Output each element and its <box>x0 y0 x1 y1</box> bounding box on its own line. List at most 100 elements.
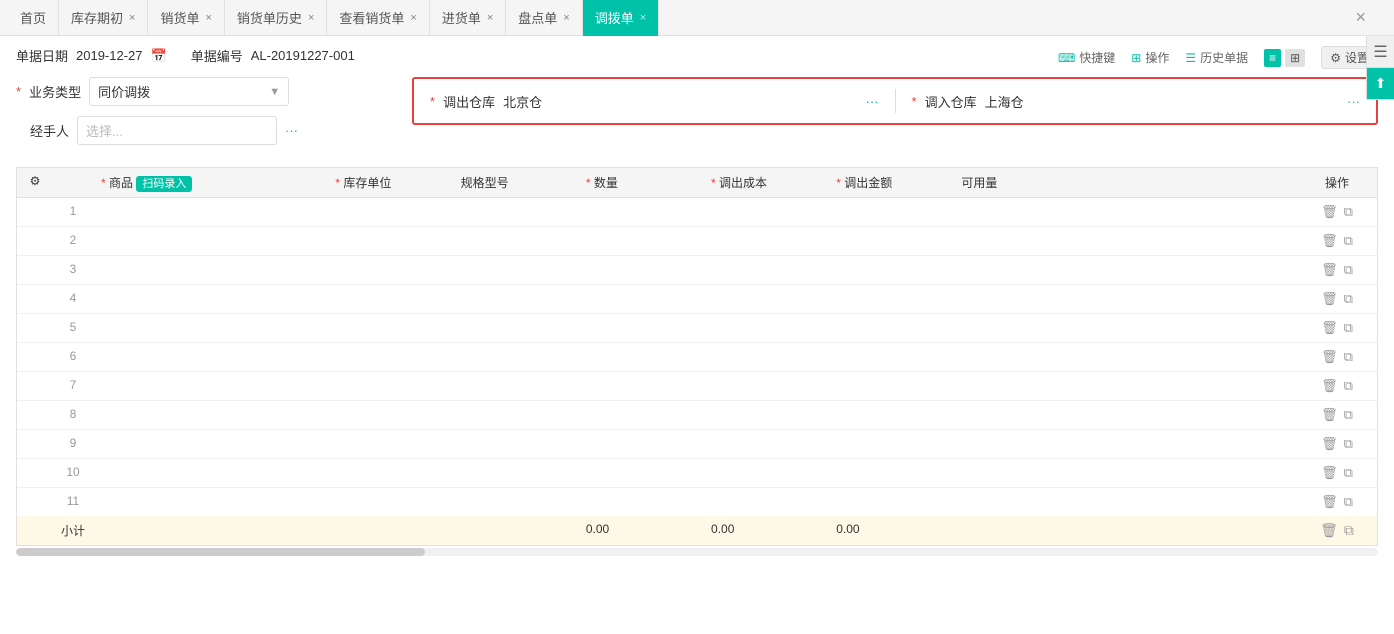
window-close-button[interactable]: × <box>1355 8 1366 26</box>
row-qty-cell[interactable] <box>578 459 703 487</box>
row-copy-icon[interactable]: ⧉ <box>1344 320 1353 336</box>
row-available-cell[interactable] <box>953 401 1297 429</box>
row-cost-cell[interactable] <box>703 227 828 255</box>
tab-sales-history[interactable]: 销货单历史 × <box>225 0 327 36</box>
row-delete-icon[interactable]: 🗑 <box>1321 407 1338 423</box>
row-available-cell[interactable] <box>953 459 1297 487</box>
row-product-cell[interactable] <box>93 430 327 458</box>
row-qty-cell[interactable] <box>578 256 703 284</box>
row-delete-icon[interactable]: 🗑 <box>1321 349 1338 365</box>
row-available-cell[interactable] <box>953 430 1297 458</box>
row-delete-icon[interactable]: 🗑 <box>1321 436 1338 452</box>
tab-close-icon[interactable]: × <box>410 12 416 24</box>
row-cost-cell[interactable] <box>703 488 828 516</box>
row-copy-icon[interactable]: ⧉ <box>1344 233 1353 249</box>
layout-list-icon[interactable]: ≡ <box>1264 49 1281 67</box>
row-product-cell[interactable] <box>93 372 327 400</box>
row-amount-cell[interactable] <box>828 285 953 313</box>
row-spec-cell[interactable] <box>453 256 578 284</box>
row-copy-icon[interactable]: ⧉ <box>1344 204 1353 220</box>
row-unit-cell[interactable] <box>327 488 452 516</box>
tab-close-icon[interactable]: × <box>563 12 569 24</box>
row-product-cell[interactable] <box>93 488 327 516</box>
row-amount-cell[interactable] <box>828 227 953 255</box>
row-cost-cell[interactable] <box>703 401 828 429</box>
operations-button[interactable]: ⊞ 操作 <box>1131 49 1169 66</box>
row-amount-cell[interactable] <box>828 401 953 429</box>
row-copy-icon[interactable]: ⧉ <box>1344 378 1353 394</box>
row-amount-cell[interactable] <box>828 343 953 371</box>
row-spec-cell[interactable] <box>453 430 578 458</box>
row-unit-cell[interactable] <box>327 343 452 371</box>
tab-stocktake[interactable]: 盘点单 × <box>506 0 582 36</box>
row-product-cell[interactable] <box>93 459 327 487</box>
tab-home[interactable]: 首页 <box>8 0 59 36</box>
row-unit-cell[interactable] <box>327 198 452 226</box>
row-product-cell[interactable] <box>93 285 327 313</box>
row-spec-cell[interactable] <box>453 372 578 400</box>
subtotal-copy-icon[interactable]: ⧉ <box>1344 522 1354 539</box>
row-delete-icon[interactable]: 🗑 <box>1321 262 1338 278</box>
row-copy-icon[interactable]: ⧉ <box>1344 262 1353 278</box>
row-unit-cell[interactable] <box>327 430 452 458</box>
tab-close-icon[interactable]: × <box>205 12 211 24</box>
subtotal-delete-icon[interactable]: 🗑 <box>1320 522 1338 539</box>
row-product-cell[interactable] <box>93 343 327 371</box>
scan-button[interactable]: 扫码录入 <box>136 176 192 192</box>
row-unit-cell[interactable] <box>327 459 452 487</box>
row-cost-cell[interactable] <box>703 198 828 226</box>
row-spec-cell[interactable] <box>453 285 578 313</box>
row-delete-icon[interactable]: 🗑 <box>1321 204 1338 220</box>
row-available-cell[interactable] <box>953 488 1297 516</box>
row-cost-cell[interactable] <box>703 459 828 487</box>
row-delete-icon[interactable]: 🗑 <box>1321 233 1338 249</box>
row-qty-cell[interactable] <box>578 401 703 429</box>
in-warehouse-more-button[interactable]: ··· <box>1347 94 1360 109</box>
layout-toggle[interactable]: ≡ ⊞ <box>1264 49 1305 67</box>
row-available-cell[interactable] <box>953 314 1297 342</box>
row-available-cell[interactable] <box>953 227 1297 255</box>
row-cost-cell[interactable] <box>703 314 828 342</box>
row-product-cell[interactable] <box>93 256 327 284</box>
row-amount-cell[interactable] <box>828 314 953 342</box>
shortcuts-button[interactable]: ⌨ 快捷键 <box>1058 49 1115 66</box>
row-cost-cell[interactable] <box>703 343 828 371</box>
row-amount-cell[interactable] <box>828 488 953 516</box>
sidebar-export-button[interactable]: ⬆ <box>1367 68 1394 100</box>
row-spec-cell[interactable] <box>453 488 578 516</box>
row-unit-cell[interactable] <box>327 314 452 342</box>
row-amount-cell[interactable] <box>828 256 953 284</box>
row-qty-cell[interactable] <box>578 430 703 458</box>
row-spec-cell[interactable] <box>453 343 578 371</box>
row-unit-cell[interactable] <box>327 256 452 284</box>
row-delete-icon[interactable]: 🗑 <box>1321 291 1338 307</box>
row-product-cell[interactable] <box>93 401 327 429</box>
row-unit-cell[interactable] <box>327 372 452 400</box>
manager-dropdown[interactable]: 选择... <box>77 116 277 145</box>
row-spec-cell[interactable] <box>453 198 578 226</box>
biz-type-dropdown[interactable]: 同价调拨 ▼ <box>89 77 289 106</box>
row-amount-cell[interactable] <box>828 372 953 400</box>
row-delete-icon[interactable]: 🗑 <box>1321 465 1338 481</box>
tab-purchase[interactable]: 进货单 × <box>430 0 506 36</box>
row-unit-cell[interactable] <box>327 401 452 429</box>
history-button[interactable]: ☰ 历史单据 <box>1185 49 1248 66</box>
manager-more-button[interactable]: ··· <box>285 123 298 138</box>
row-spec-cell[interactable] <box>453 401 578 429</box>
row-cost-cell[interactable] <box>703 430 828 458</box>
row-copy-icon[interactable]: ⧉ <box>1344 494 1353 510</box>
row-spec-cell[interactable] <box>453 314 578 342</box>
out-warehouse-more-button[interactable]: ··· <box>866 94 879 109</box>
row-available-cell[interactable] <box>953 256 1297 284</box>
horizontal-scrollbar[interactable] <box>16 548 1378 556</box>
row-qty-cell[interactable] <box>578 343 703 371</box>
tab-inventory-init[interactable]: 库存期初 × <box>59 0 148 36</box>
settings-icon[interactable]: ⚙ <box>30 174 41 188</box>
row-product-cell[interactable] <box>93 227 327 255</box>
row-cost-cell[interactable] <box>703 372 828 400</box>
tab-transfer[interactable]: 调拨单 × <box>583 0 659 36</box>
calendar-icon[interactable]: 📅 <box>151 48 167 64</box>
row-unit-cell[interactable] <box>327 227 452 255</box>
row-available-cell[interactable] <box>953 285 1297 313</box>
row-qty-cell[interactable] <box>578 198 703 226</box>
